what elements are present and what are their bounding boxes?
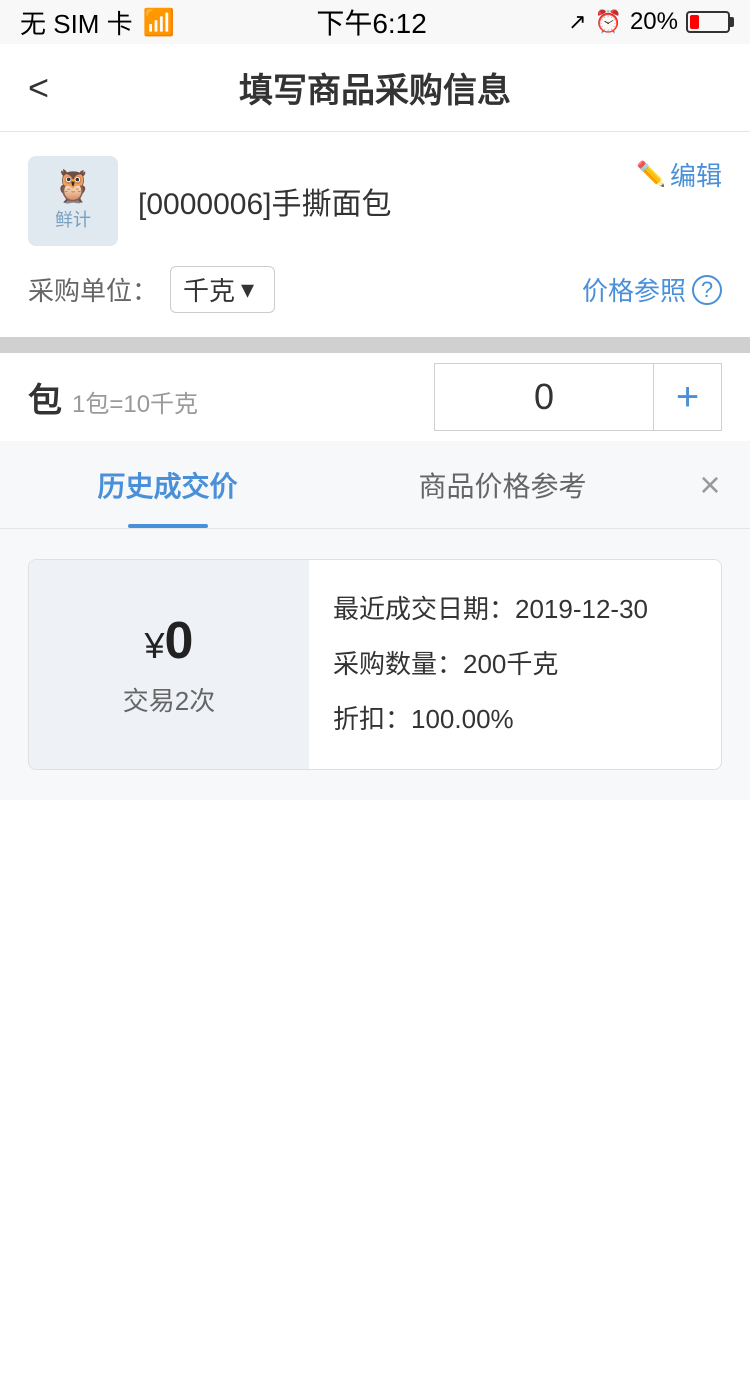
unit-select[interactable]: 千克 ▾ [170,266,275,313]
unit-label: 采购单位： [28,271,158,308]
battery-icon [686,11,730,33]
bottom-fill [0,800,750,1400]
nav-bar: < 填写商品采购信息 [0,44,750,132]
product-header: 🦉 鲜计 [0000006]手撕面包 ✏️ 编辑 [28,156,722,246]
tab-active-indicator [128,524,208,528]
card-price-section: ¥0 交易2次 [29,560,309,769]
tab-history-price[interactable]: 历史成交价 [0,441,335,528]
status-bar: 无 SIM 卡 📶 下午6:12 ↗ ⏰ 20% [0,0,750,44]
recent-date-row: 最近成交日期：2019-12-30 [333,590,697,629]
recent-date-label: 最近成交日期： [333,594,515,624]
battery-percent: 20% [630,8,678,36]
quantity-label: 包 1包=10千克 [28,373,198,422]
product-unit-row: 采购单位： 千克 ▾ 价格参照 ? [28,266,722,313]
carrier-text: 无 SIM 卡 [20,4,133,41]
gray-divider [0,337,750,353]
price-reference-button[interactable]: 价格参照 ? [582,271,722,308]
edit-icon: ✏️ [636,160,666,189]
status-time: 下午6:12 [316,2,427,42]
product-logo-label: 鲜计 [55,206,91,232]
discount-label: 折扣： [333,704,411,734]
quantity-input[interactable]: 0 [434,363,654,431]
price-ref-icon: ? [692,275,722,305]
product-thumbnail: 🦉 鲜计 [28,156,118,246]
quantity-subtext: 1包=10千克 [72,384,198,419]
tab-price-ref-label: 商品价格参考 [418,465,586,505]
recent-date-value: 2019-12-30 [515,594,648,624]
edit-label: 编辑 [670,156,722,193]
tab-price-reference[interactable]: 商品价格参考 [335,441,670,528]
quantity-controls: 0 + [434,363,722,431]
status-right: ↗ ⏰ 20% [568,8,730,36]
price-number: 0 [165,612,194,670]
status-left: 无 SIM 卡 📶 [20,4,175,41]
quantity-row: 包 1包=10千克 0 + [0,353,750,441]
history-card: ¥0 交易2次 最近成交日期：2019-12-30 采购数量：200千克 折扣：… [28,559,722,770]
product-logo-icon: 🦉 [53,170,93,202]
purchase-qty-label: 采购数量： [333,649,463,679]
tab-bar: 历史成交价 商品价格参考 × [0,441,750,529]
price-ref-label: 价格参照 [582,271,686,308]
wifi-icon: 📶 [143,7,175,38]
quantity-unit: 包 [28,373,62,422]
tab-close-button[interactable]: × [670,441,750,528]
purchase-qty-row: 采购数量：200千克 [333,645,697,684]
product-left: 🦉 鲜计 [0000006]手撕面包 [28,156,391,246]
product-name: [0000006]手撕面包 [138,179,391,223]
card-price-value: ¥0 [145,611,194,671]
tab-history-label: 历史成交价 [97,465,237,505]
page-title: 填写商品采购信息 [239,63,511,112]
discount-value: 100.00% [411,704,514,734]
edit-button[interactable]: ✏️ 编辑 [636,156,722,193]
currency-symbol: ¥ [145,625,165,666]
unit-arrow-icon: ▾ [241,274,254,305]
location-icon: ↗ [568,9,586,35]
unit-value: 千克 [183,271,235,308]
product-card: 🦉 鲜计 [0000006]手撕面包 ✏️ 编辑 采购单位： 千克 ▾ 价格参照… [0,132,750,337]
history-panel: ¥0 交易2次 最近成交日期：2019-12-30 采购数量：200千克 折扣：… [0,529,750,800]
unit-left: 采购单位： 千克 ▾ [28,266,275,313]
purchase-qty-value: 200千克 [463,649,558,679]
alarm-icon: ⏰ [595,9,622,35]
card-details-section: 最近成交日期：2019-12-30 采购数量：200千克 折扣：100.00% [309,560,721,769]
battery-fill [690,15,699,29]
discount-row: 折扣：100.00% [333,700,697,739]
quantity-plus-button[interactable]: + [654,363,722,431]
trade-count: 交易2次 [123,681,215,718]
back-button[interactable]: < [28,67,49,109]
